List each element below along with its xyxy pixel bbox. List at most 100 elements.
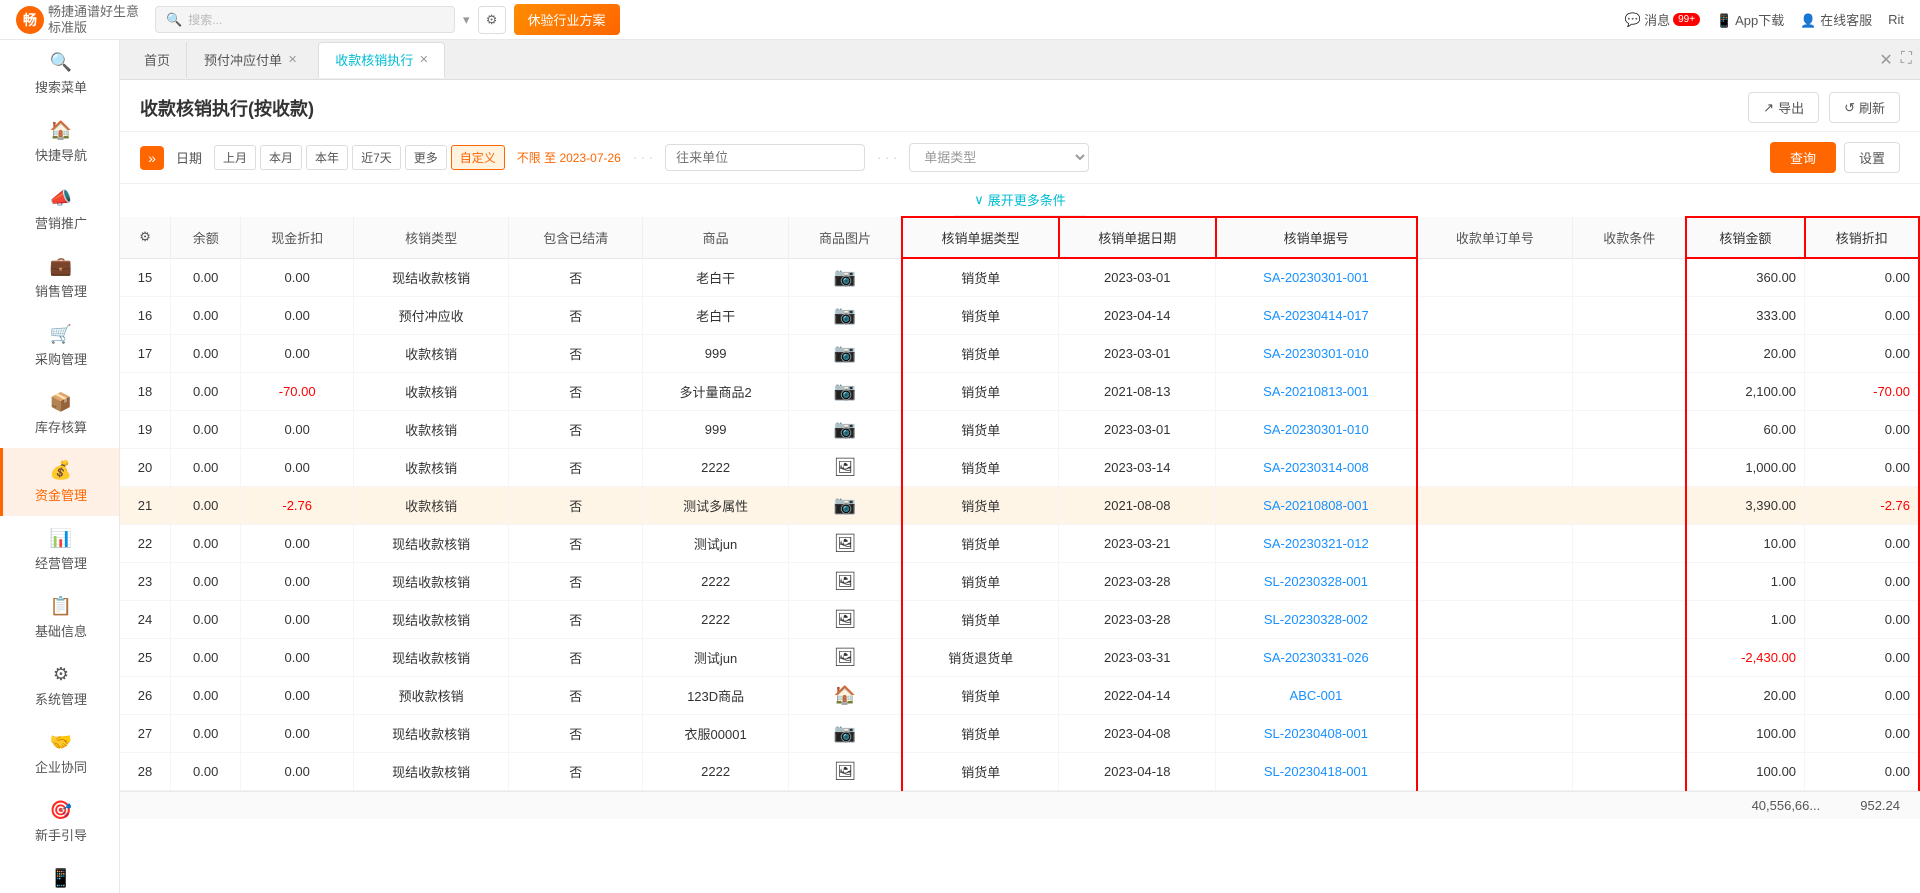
sidebar-item-purchase-mgmt[interactable]: 🛒 采购管理 (0, 312, 119, 380)
row-id: 16 (120, 296, 171, 334)
row-cash-discount: 0.00 (241, 562, 354, 600)
row-receipt-terms (1573, 410, 1687, 448)
row-bill-no[interactable]: SL-20230418-001 (1216, 752, 1417, 790)
row-receipt-order-no (1417, 410, 1573, 448)
table-container[interactable]: ⚙ 余额 现金折扣 核销类型 包含已结清 商品 商品图片 核销单据类型 核销单据… (120, 216, 1920, 893)
counterparty-input[interactable] (665, 144, 865, 171)
purchase-mgmt-icon: 🛒 (50, 324, 72, 345)
industry-solution-button[interactable]: 休验行业方案 (514, 4, 620, 35)
row-bill-no[interactable]: SA-20210813-001 (1216, 372, 1417, 410)
row-bill-no[interactable]: SL-20230408-001 (1216, 714, 1417, 752)
row-bill-no[interactable]: SA-20230301-001 (1216, 258, 1417, 296)
message-badge: 99+ (1673, 13, 1700, 26)
filter-toggle-button[interactable]: » (140, 146, 164, 170)
table-row: 23 0.00 0.00 现结收款核销 否 2222 🖼 销货单 2023-03… (120, 562, 1919, 600)
col-included-settled-header: 包含已结清 (509, 217, 643, 258)
row-goods: 衣服00001 (643, 714, 789, 752)
export-button[interactable]: ↗ 导出 (1748, 92, 1819, 123)
setting-button[interactable]: 设置 (1844, 142, 1900, 173)
sidebar-item-beginner[interactable]: 🎯 新手引导 (0, 788, 119, 856)
table-row: 27 0.00 0.00 现结收款核销 否 衣服00001 📷 销货单 2023… (120, 714, 1919, 752)
settings-icon[interactable]: ⚙ (478, 6, 506, 34)
refresh-button[interactable]: ↺ 刷新 (1829, 92, 1900, 123)
row-id: 28 (120, 752, 171, 790)
row-bill-no[interactable]: SA-20230301-010 (1216, 334, 1417, 372)
tab-prepay-offset[interactable]: 预付冲应付单 ✕ (187, 42, 314, 78)
row-offset-type: 现结收款核销 (354, 600, 509, 638)
date-custom-btn[interactable]: 自定义 (451, 145, 505, 170)
row-goods: 999 (643, 334, 789, 372)
maximize-btn[interactable]: ⛶ (1901, 50, 1912, 70)
sidebar-item-biz-mgmt[interactable]: 📊 经营管理 (0, 516, 119, 584)
row-bill-no[interactable]: SA-20230414-017 (1216, 296, 1417, 334)
row-included-settled: 否 (509, 448, 643, 486)
close-window-btn[interactable]: ✕ (1879, 50, 1892, 70)
row-goods-img: 📷 (788, 296, 902, 334)
sidebar-item-search-menu[interactable]: 🔍 搜索菜单 (0, 40, 119, 108)
row-receipt-terms (1573, 486, 1687, 524)
row-bill-no[interactable]: SA-20230331-026 (1216, 638, 1417, 676)
sidebar-item-sales-mgmt[interactable]: 💼 销售管理 (0, 244, 119, 312)
row-bill-no[interactable]: SA-20210808-001 (1216, 486, 1417, 524)
tab-receipt-offset-close[interactable]: ✕ (419, 53, 428, 66)
row-cash-discount: 0.00 (241, 258, 354, 296)
row-receipt-terms (1573, 752, 1687, 790)
logo-text: 畅捷通谱好生意 标准版 (48, 4, 139, 35)
sidebar-item-sys-mgmt[interactable]: ⚙ 系统管理 (0, 652, 119, 720)
app-download-btn[interactable]: 📱 App下载 (1716, 10, 1784, 29)
row-bill-no[interactable]: SL-20230328-001 (1216, 562, 1417, 600)
tab-prepay-offset-close[interactable]: ✕ (288, 53, 297, 66)
row-offset-discount: 0.00 (1805, 638, 1919, 676)
date-this-year-btn[interactable]: 本年 (306, 145, 348, 170)
row-bill-date: 2023-03-21 (1059, 524, 1216, 562)
sidebar-item-marketing[interactable]: 📣 营销推广 (0, 176, 119, 244)
col-settings-header[interactable]: ⚙ (120, 217, 171, 258)
sidebar-label-beginner: 新手引导 (35, 825, 87, 844)
row-bill-type: 销货单 (902, 296, 1059, 334)
tab-receipt-offset[interactable]: 收款核销执行 ✕ (318, 42, 445, 78)
sidebar-item-fund-mgmt[interactable]: 💰 资金管理 (0, 448, 119, 516)
row-bill-date: 2022-04-14 (1059, 676, 1216, 714)
date-last-7days-btn[interactable]: 近7天 (352, 145, 401, 170)
table-row: 24 0.00 0.00 现结收款核销 否 2222 🖼 销货单 2023-03… (120, 600, 1919, 638)
tab-prepay-offset-label: 预付冲应付单 (204, 50, 282, 69)
row-offset-type: 现结收款核销 (354, 524, 509, 562)
row-receipt-order-no (1417, 372, 1573, 410)
top-search-box[interactable]: 🔍 搜索... (155, 6, 455, 33)
row-bill-no[interactable]: SL-20230328-002 (1216, 600, 1417, 638)
sidebar-item-quick-nav[interactable]: 🏠 快捷导航 (0, 108, 119, 176)
expand-more-bar[interactable]: ∨ 展开更多条件 (954, 184, 1086, 216)
row-offset-amount: 1.00 (1686, 562, 1804, 600)
row-bill-no[interactable]: SA-20230314-008 (1216, 448, 1417, 486)
smart-hw-icon: 📱 (50, 868, 72, 889)
filter-separator-1: · · · (633, 150, 653, 165)
export-label: 导出 (1778, 98, 1804, 117)
dropdown-arrow[interactable]: ▾ (463, 12, 470, 28)
bill-type-select[interactable]: 单据类型 (909, 143, 1089, 172)
sidebar-item-basic-info[interactable]: 📋 基础信息 (0, 584, 119, 652)
online-service-btn[interactable]: 👤 在线客服 (1800, 10, 1872, 29)
row-cash-discount: 0.00 (241, 448, 354, 486)
col-cash-discount-header: 现金折扣 (241, 217, 354, 258)
sidebar-item-smart-hw[interactable]: 📱 智能硬件 (0, 856, 119, 893)
row-bill-no[interactable]: ABC-001 (1216, 676, 1417, 714)
row-receipt-order-no (1417, 524, 1573, 562)
row-cash-discount: 0.00 (241, 752, 354, 790)
date-this-month-btn[interactable]: 本月 (260, 145, 302, 170)
row-offset-type: 收款核销 (354, 448, 509, 486)
query-button[interactable]: 查询 (1770, 142, 1836, 173)
message-btn[interactable]: 💬 消息 99+ (1625, 10, 1700, 29)
sidebar-item-corp-coop[interactable]: 🤝 企业协同 (0, 720, 119, 788)
date-last-month-btn[interactable]: 上月 (214, 145, 256, 170)
row-bill-type: 销货单 (902, 714, 1059, 752)
row-bill-no[interactable]: SA-20230301-010 (1216, 410, 1417, 448)
row-goods-img: 📷 (788, 410, 902, 448)
row-bill-date: 2023-04-08 (1059, 714, 1216, 752)
user-name: Rit (1888, 12, 1904, 27)
row-bill-no[interactable]: SA-20230321-012 (1216, 524, 1417, 562)
date-more-btn[interactable]: 更多 (405, 145, 447, 170)
row-offset-type: 收款核销 (354, 372, 509, 410)
sidebar-item-inventory[interactable]: 📦 库存核算 (0, 380, 119, 448)
row-offset-amount: 100.00 (1686, 752, 1804, 790)
tab-home[interactable]: 首页 (128, 42, 187, 78)
